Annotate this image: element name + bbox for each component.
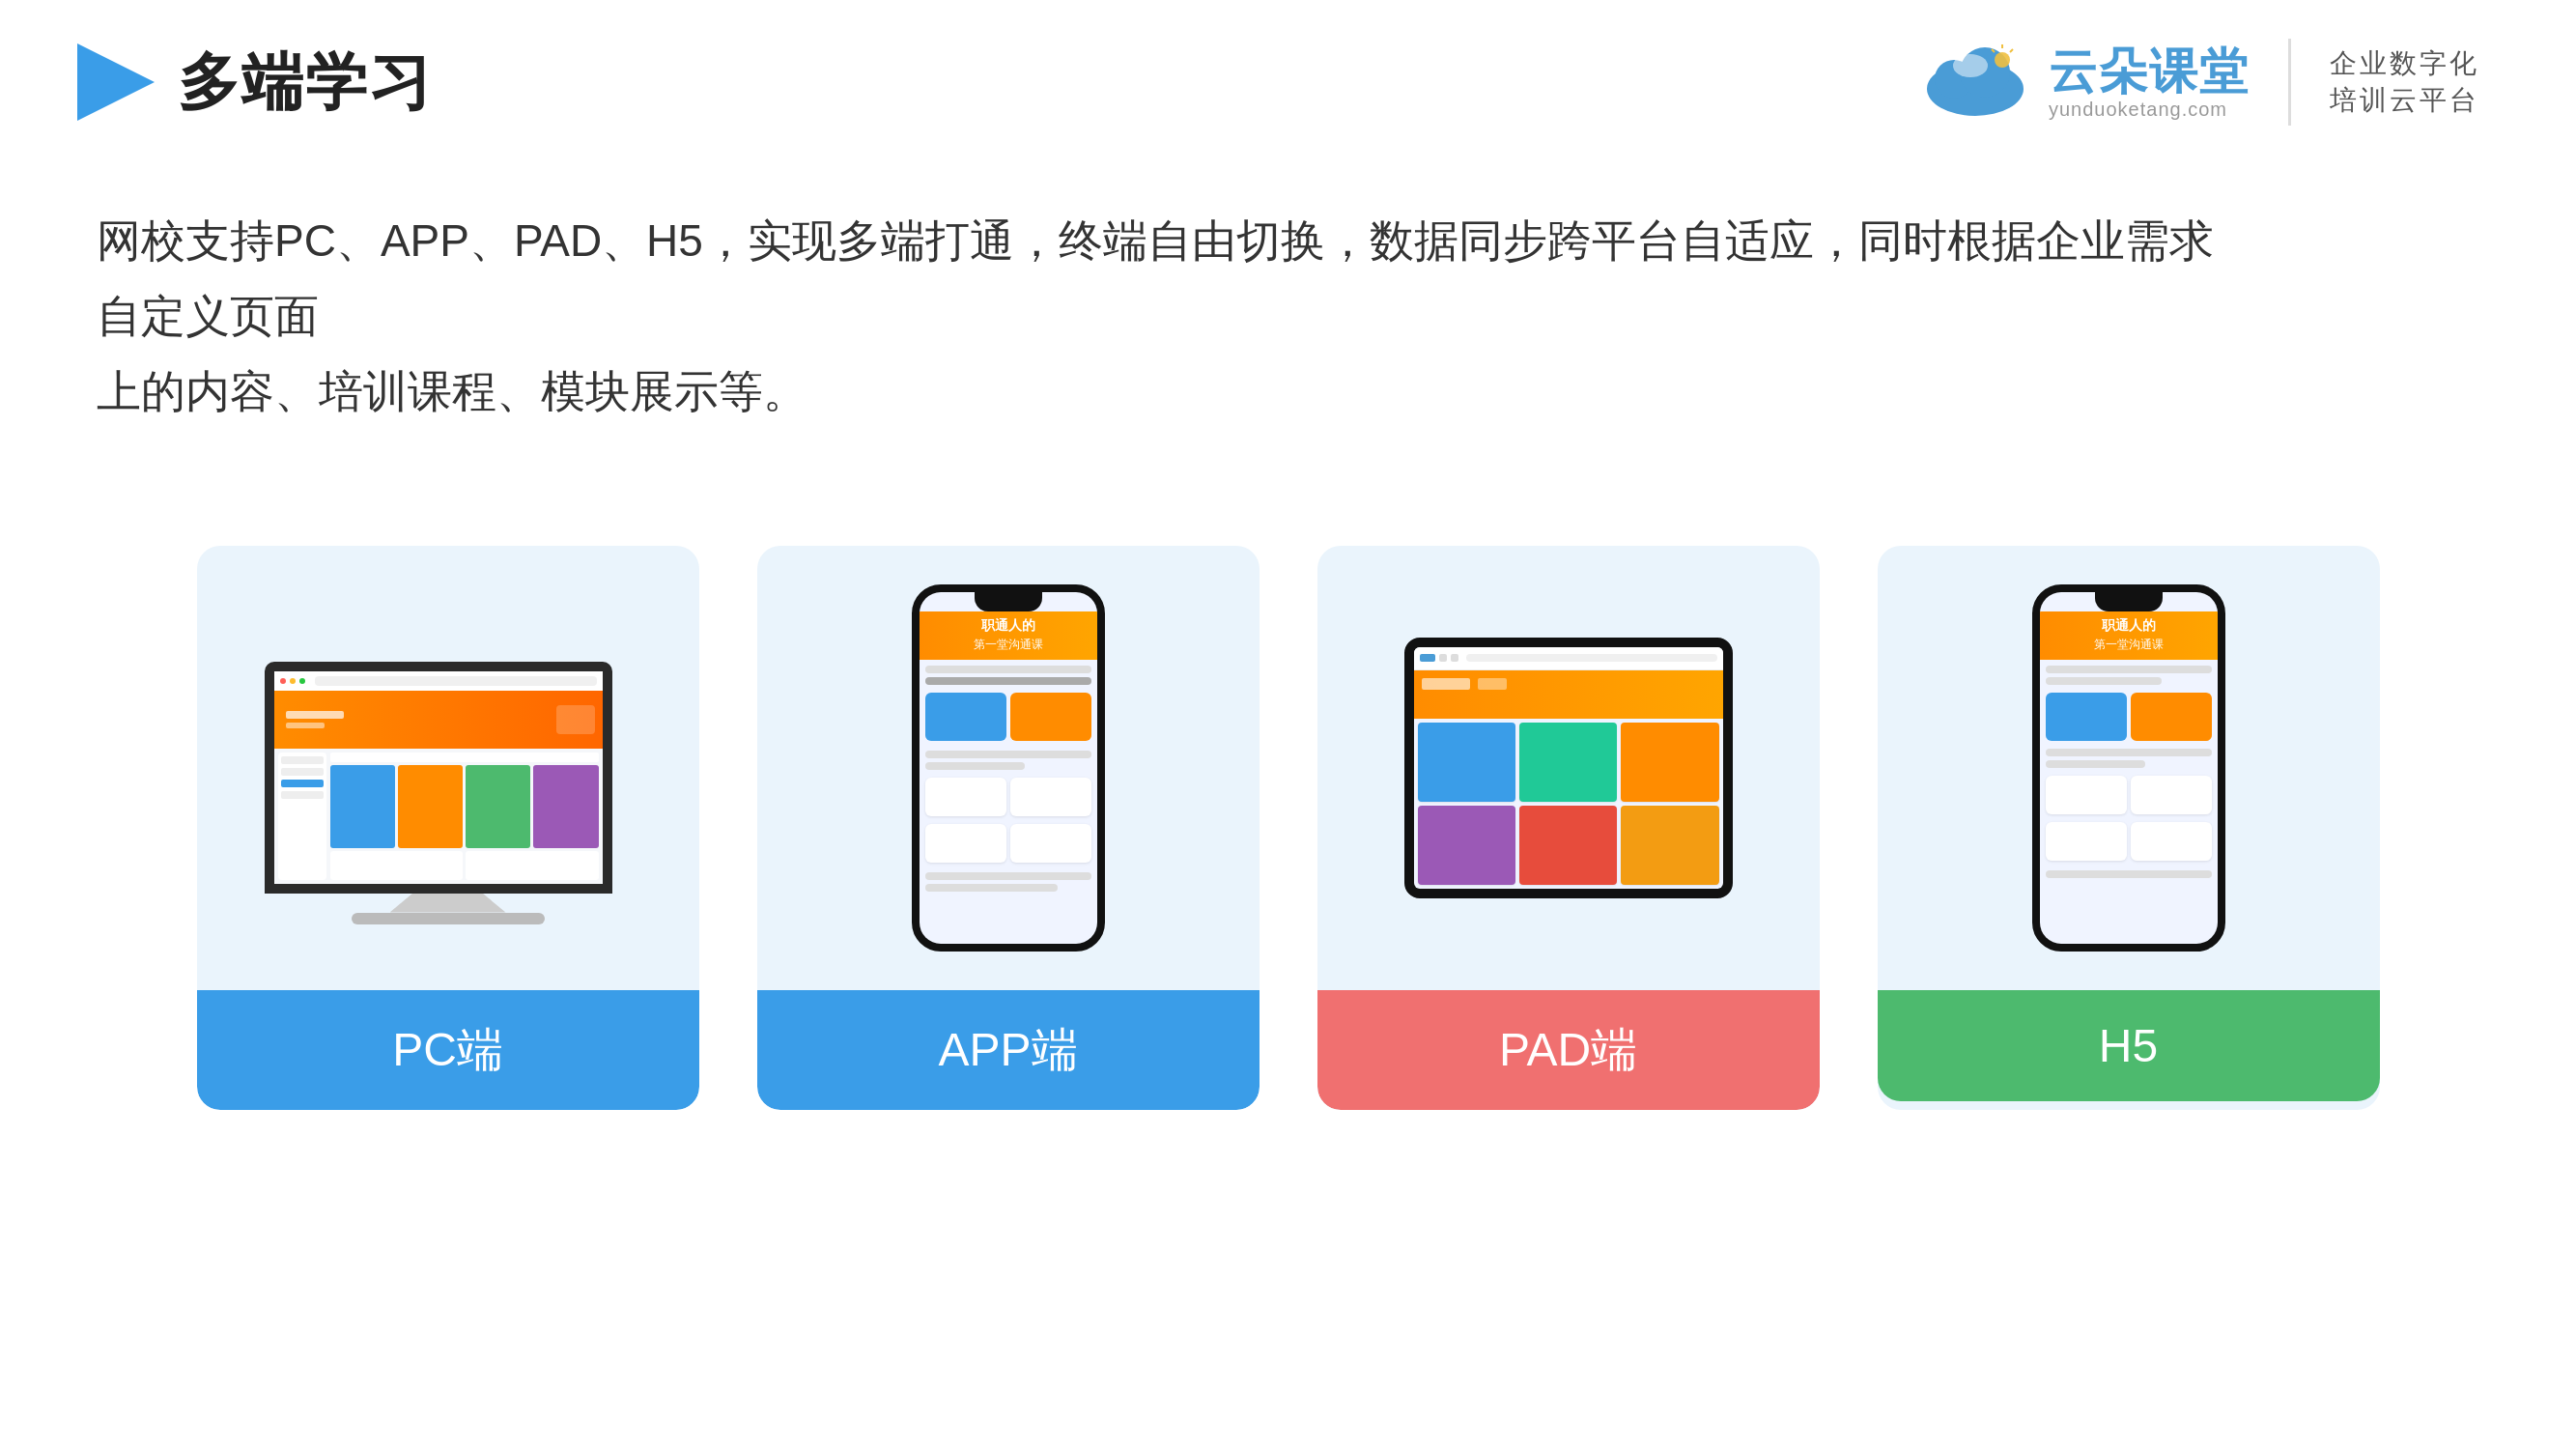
h5-phone-device: 职通人的 第一堂沟通课 xyxy=(2032,584,2225,952)
svg-point-5 xyxy=(1995,52,2010,68)
pc-label: PC端 xyxy=(197,990,699,1110)
cloud-logo-icon xyxy=(1917,39,2033,126)
logo-tagline: 企业数字化 培训云平台 xyxy=(2330,45,2479,119)
svg-point-4 xyxy=(1953,54,1988,77)
description-line1: 网校支持PC、APP、PAD、H5，实现多端打通，终端自由切换，数据同步跨平台自… xyxy=(97,203,2222,354)
description-line2: 上的内容、培训课程、模块展示等。 xyxy=(97,354,2222,429)
page-header: 多端学习 云朵课堂 yunduoketang.com 企业数字化 培训云平台 xyxy=(0,0,2576,126)
description-block: 网校支持PC、APP、PAD、H5，实现多端打通，终端自由切换，数据同步跨平台自… xyxy=(0,126,2318,430)
tagline-line2: 培训云平台 xyxy=(2330,82,2479,119)
play-icon xyxy=(77,43,155,121)
monitor-screen xyxy=(265,662,612,894)
logo-divider xyxy=(2288,39,2291,126)
h5-image-area: 职通人的 第一堂沟通课 xyxy=(1878,546,2380,952)
pad-tablet-device xyxy=(1404,638,1733,898)
tagline-line1: 企业数字化 xyxy=(2330,45,2479,82)
svg-marker-0 xyxy=(77,43,155,121)
device-cards-container: PC端 职通人的 第一堂沟通课 xyxy=(0,430,2576,1110)
h5-card: 职通人的 第一堂沟通课 xyxy=(1878,546,2380,1110)
pad-label: PAD端 xyxy=(1317,990,1820,1110)
pad-card: PAD端 xyxy=(1317,546,1820,1110)
app-phone-device: 职通人的 第一堂沟通课 xyxy=(912,584,1105,952)
monitor-device xyxy=(265,662,632,952)
pc-card: PC端 xyxy=(197,546,699,1110)
pad-image-area xyxy=(1317,546,1820,952)
page-title: 多端学习 xyxy=(178,41,433,125)
header-left: 多端学习 xyxy=(77,41,433,125)
app-card: 职通人的 第一堂沟通课 xyxy=(757,546,1260,1110)
pc-image-area xyxy=(197,546,699,952)
logo-url: yunduoketang.com xyxy=(2049,99,2227,120)
app-image-area: 职通人的 第一堂沟通课 xyxy=(757,546,1260,952)
logo-area: 云朵课堂 yunduoketang.com 企业数字化 培训云平台 xyxy=(1917,39,2479,126)
svg-line-7 xyxy=(2010,49,2013,52)
h5-label: H5 xyxy=(1878,990,2380,1101)
app-label: APP端 xyxy=(757,990,1260,1110)
logo-name: 云朵课堂 xyxy=(2049,45,2250,99)
